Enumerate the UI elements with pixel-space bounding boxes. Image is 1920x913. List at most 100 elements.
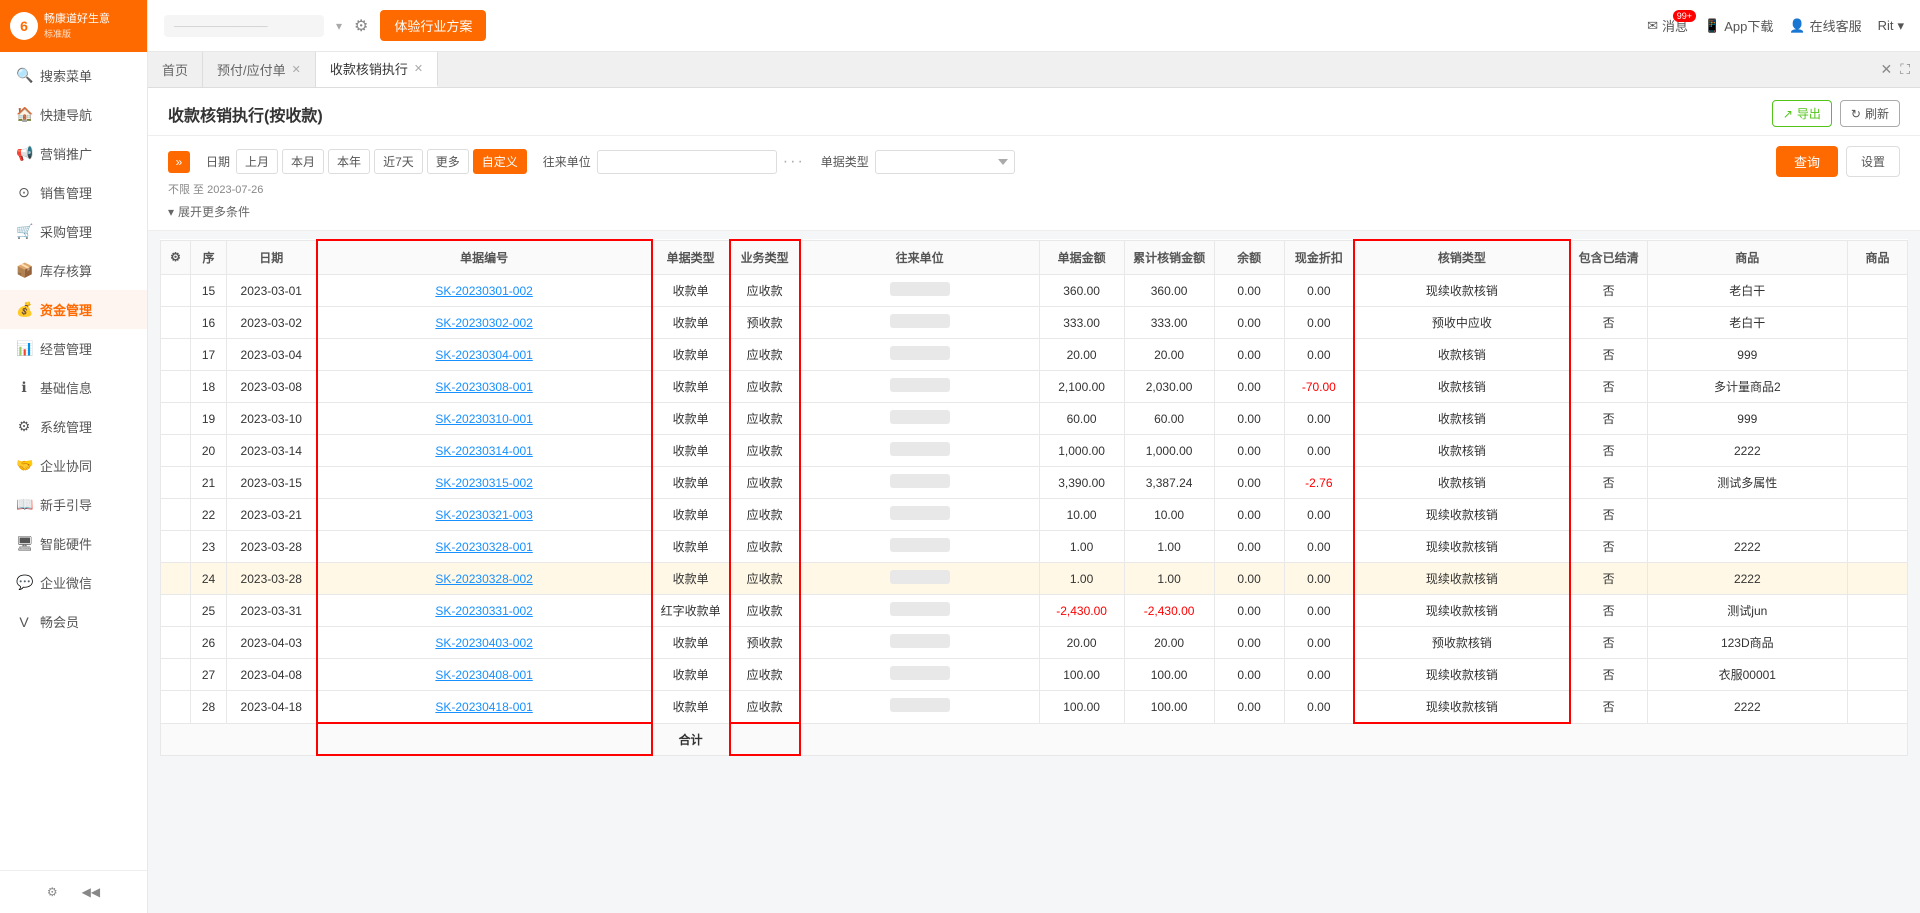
sidebar-item-sales[interactable]: ⊙销售管理	[0, 173, 147, 212]
query-button[interactable]: 查询	[1776, 146, 1838, 177]
sidebar-icon-finance: 💰	[16, 301, 32, 318]
sn-link[interactable]: SK-20230408-001	[435, 668, 532, 682]
filter-toggle-button[interactable]: »	[168, 151, 190, 173]
expand-filter-button[interactable]: ▾ 展开更多条件	[168, 203, 1900, 220]
cell-date: 2023-03-28	[227, 563, 317, 595]
custom-date-btn[interactable]: 自定义	[473, 149, 527, 174]
refresh-icon: ↻	[1851, 107, 1861, 121]
cell-partner	[800, 403, 1039, 435]
message-button[interactable]: ✉ 消息 99+	[1647, 16, 1688, 35]
message-badge: 99+	[1673, 10, 1696, 22]
doctype-filter-select[interactable]	[875, 150, 1015, 174]
cell-gear	[161, 275, 191, 307]
expand-icon: ▾	[168, 205, 174, 219]
sidebar-icon-wechat: 💬	[16, 574, 32, 591]
cell-doctype: 收款单	[652, 627, 730, 659]
sidebar-item-base[interactable]: ℹ基础信息	[0, 368, 147, 407]
cell-no: 25	[191, 595, 227, 627]
sidebar-item-search[interactable]: 🔍搜索菜单	[0, 56, 147, 95]
cell-sn: SK-20230308-001	[317, 371, 652, 403]
sidebar-item-shortcuts[interactable]: 🏠快捷导航	[0, 95, 147, 134]
sn-link[interactable]: SK-20230331-002	[435, 604, 532, 618]
last-month-btn[interactable]: 上月	[236, 149, 278, 174]
cell-discount: 0.00	[1284, 563, 1354, 595]
cell-partner	[800, 691, 1039, 724]
sidebar-icon-shortcuts: 🏠	[16, 106, 32, 123]
tab-write-off[interactable]: 收款核销执行✕	[316, 52, 438, 87]
sidebar-item-wechat[interactable]: 💬企业微信	[0, 563, 147, 602]
tab-close-write-off-icon[interactable]: ✕	[414, 62, 423, 75]
sn-link[interactable]: SK-20230310-001	[435, 412, 532, 426]
app-download-button[interactable]: 📱 App下载	[1704, 16, 1773, 35]
table-row: 16 2023-03-02 SK-20230302-002 收款单 预收款 33…	[161, 307, 1908, 339]
cell-goods2	[1848, 467, 1908, 499]
cell-balance: 0.00	[1214, 659, 1284, 691]
sidebar-settings-btn[interactable]: ⚙	[37, 879, 68, 905]
cell-goods: 测试多属性	[1647, 467, 1847, 499]
cell-writetype: 现续收款核销	[1354, 563, 1570, 595]
tab-maximize-icon[interactable]: ⛶	[1900, 61, 1910, 78]
sidebar-item-corp[interactable]: 🤝企业协同	[0, 446, 147, 485]
last-7days-btn[interactable]: 近7天	[374, 149, 423, 174]
sidebar-icon-marketing: 📢	[16, 145, 32, 162]
sidebar-item-purchase[interactable]: 🛒采购管理	[0, 212, 147, 251]
col-amount-header: 单据金额	[1039, 240, 1124, 275]
cell-no: 20	[191, 435, 227, 467]
cell-goods2	[1848, 371, 1908, 403]
online-service-button[interactable]: 👤 在线客服	[1789, 16, 1861, 35]
sidebar-item-member[interactable]: V畅会员	[0, 602, 147, 641]
this-month-btn[interactable]: 本月	[282, 149, 324, 174]
tab-close-all-icon[interactable]: ✕	[1880, 61, 1892, 78]
sn-link[interactable]: SK-20230328-002	[435, 572, 532, 586]
sidebar-item-inventory[interactable]: 📦库存核算	[0, 251, 147, 290]
sidebar-item-marketing[interactable]: 📢营销推广	[0, 134, 147, 173]
cell-goods2	[1848, 275, 1908, 307]
sn-link[interactable]: SK-20230321-003	[435, 508, 532, 522]
sidebar-item-ops[interactable]: 📊经营管理	[0, 329, 147, 368]
sidebar-icon-search: 🔍	[16, 67, 32, 84]
cell-writetype: 现续收款核销	[1354, 595, 1570, 627]
sidebar-item-finance[interactable]: 💰 资金管理	[0, 290, 147, 329]
sn-link[interactable]: SK-20230308-001	[435, 380, 532, 394]
tab-home[interactable]: 首页	[148, 52, 203, 87]
sn-link[interactable]: SK-20230418-001	[435, 700, 532, 714]
sn-link[interactable]: SK-20230315-002	[435, 476, 532, 490]
tab-prepay[interactable]: 预付/应付单✕	[203, 52, 316, 87]
date-filter-group: 日期 上月 本月 本年 近7天 更多 自定义	[206, 149, 527, 174]
sn-link[interactable]: SK-20230328-001	[435, 540, 532, 554]
col-doctype-header: 单据类型	[652, 240, 730, 275]
sn-link[interactable]: SK-20230301-002	[435, 284, 532, 298]
cell-balance: 0.00	[1214, 531, 1284, 563]
sn-link[interactable]: SK-20230314-001	[435, 444, 532, 458]
table-row: 15 2023-03-01 SK-20230301-002 收款单 应收款 36…	[161, 275, 1908, 307]
tab-close-prepay-icon[interactable]: ✕	[292, 63, 301, 76]
cell-cumul: 100.00	[1124, 659, 1214, 691]
topbar-gear-icon[interactable]: ⚙	[354, 16, 368, 36]
this-year-btn[interactable]: 本年	[328, 149, 370, 174]
table-row: 19 2023-03-10 SK-20230310-001 收款单 应收款 60…	[161, 403, 1908, 435]
date-filter-label: 日期	[206, 153, 230, 170]
sidebar-label-finance: 资金管理	[40, 300, 92, 319]
sidebar-item-guide[interactable]: 📖新手引导	[0, 485, 147, 524]
user-menu[interactable]: Rit ▾	[1878, 18, 1904, 34]
partner-filter-input[interactable]	[597, 150, 777, 174]
sidebar-collapse-btn[interactable]: ◀◀	[72, 879, 110, 905]
cell-partner	[800, 499, 1039, 531]
table-wrapper[interactable]: ⚙ 序 日期 单据编号 单据类型 业务类型 往来单位 单据金额 累计核销金额 余…	[148, 231, 1920, 913]
settings-button[interactable]: 设置	[1846, 146, 1900, 177]
cell-biztype: 应收款	[730, 595, 800, 627]
sn-link[interactable]: SK-20230403-002	[435, 636, 532, 650]
total-biztype	[730, 723, 800, 755]
more-date-btn[interactable]: 更多	[427, 149, 469, 174]
sidebar-item-hardware[interactable]: 🖥智能硬件	[0, 524, 147, 563]
sidebar-item-system[interactable]: ⚙系统管理	[0, 407, 147, 446]
sidebar-label-base: 基础信息	[40, 378, 92, 397]
solution-button[interactable]: 体验行业方案	[380, 10, 486, 41]
cell-doctype: 收款单	[652, 435, 730, 467]
refresh-button[interactable]: ↻ 刷新	[1840, 100, 1900, 127]
cell-goods2	[1848, 339, 1908, 371]
export-button[interactable]: ↗ 导出	[1772, 100, 1832, 127]
sn-link[interactable]: SK-20230302-002	[435, 316, 532, 330]
sidebar-label-corp: 企业协同	[40, 456, 92, 475]
sn-link[interactable]: SK-20230304-001	[435, 348, 532, 362]
